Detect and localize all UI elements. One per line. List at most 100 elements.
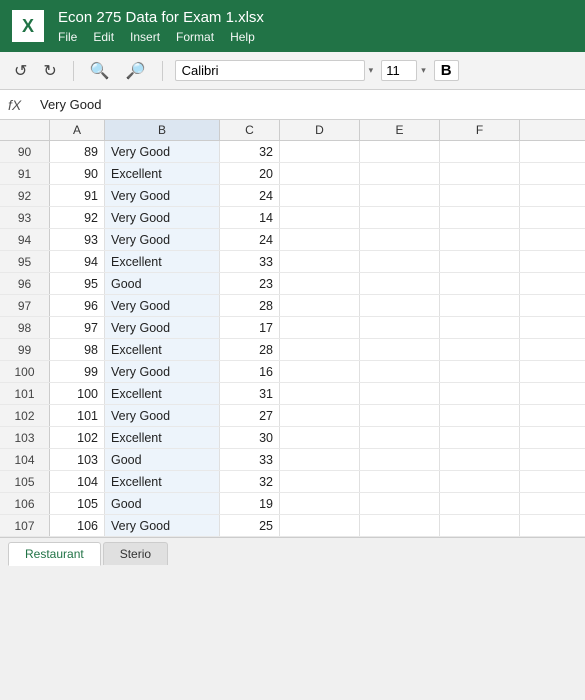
sheet-tab-sterio[interactable]: Sterio <box>103 542 168 565</box>
cell-b-10[interactable]: Very Good <box>105 361 220 382</box>
cell-e-0[interactable] <box>360 141 440 162</box>
cell-a-16[interactable]: 105 <box>50 493 105 514</box>
cell-f-8[interactable] <box>440 317 520 338</box>
cell-c-7[interactable]: 28 <box>220 295 280 316</box>
cell-c-13[interactable]: 30 <box>220 427 280 448</box>
cell-a-10[interactable]: 99 <box>50 361 105 382</box>
cell-c-10[interactable]: 16 <box>220 361 280 382</box>
cell-a-15[interactable]: 104 <box>50 471 105 492</box>
cell-d-17[interactable] <box>280 515 360 536</box>
cell-d-2[interactable] <box>280 185 360 206</box>
menu-item-edit[interactable]: Edit <box>93 30 114 44</box>
table-row[interactable]: 92 91 Very Good 24 <box>0 185 585 207</box>
cell-e-4[interactable] <box>360 229 440 250</box>
cell-f-2[interactable] <box>440 185 520 206</box>
table-row[interactable]: 90 89 Very Good 32 <box>0 141 585 163</box>
menu-item-file[interactable]: File <box>58 30 77 44</box>
cell-f-16[interactable] <box>440 493 520 514</box>
table-row[interactable]: 107 106 Very Good 25 <box>0 515 585 537</box>
cell-a-2[interactable]: 91 <box>50 185 105 206</box>
cell-a-9[interactable]: 98 <box>50 339 105 360</box>
cell-d-16[interactable] <box>280 493 360 514</box>
cell-a-13[interactable]: 102 <box>50 427 105 448</box>
col-header-a[interactable]: A <box>50 120 105 140</box>
cell-d-7[interactable] <box>280 295 360 316</box>
sheet-tab-restaurant[interactable]: Restaurant <box>8 542 101 566</box>
cell-e-12[interactable] <box>360 405 440 426</box>
cell-f-12[interactable] <box>440 405 520 426</box>
cell-e-1[interactable] <box>360 163 440 184</box>
cell-b-13[interactable]: Excellent <box>105 427 220 448</box>
cell-b-3[interactable]: Very Good <box>105 207 220 228</box>
menu-item-insert[interactable]: Insert <box>130 30 160 44</box>
cell-a-14[interactable]: 103 <box>50 449 105 470</box>
cell-a-5[interactable]: 94 <box>50 251 105 272</box>
cell-d-1[interactable] <box>280 163 360 184</box>
cell-a-8[interactable]: 97 <box>50 317 105 338</box>
cell-b-2[interactable]: Very Good <box>105 185 220 206</box>
cell-a-7[interactable]: 96 <box>50 295 105 316</box>
cell-e-9[interactable] <box>360 339 440 360</box>
table-row[interactable]: 106 105 Good 19 <box>0 493 585 515</box>
bold-button[interactable]: B <box>434 60 459 81</box>
cell-f-17[interactable] <box>440 515 520 536</box>
cell-f-5[interactable] <box>440 251 520 272</box>
undo-button[interactable]: ↺ <box>10 59 31 83</box>
cell-c-0[interactable]: 32 <box>220 141 280 162</box>
search-button[interactable]: 🔍 <box>86 59 114 83</box>
col-header-d[interactable]: D <box>280 120 360 140</box>
cell-d-3[interactable] <box>280 207 360 228</box>
table-row[interactable]: 95 94 Excellent 33 <box>0 251 585 273</box>
cell-d-4[interactable] <box>280 229 360 250</box>
cell-c-3[interactable]: 14 <box>220 207 280 228</box>
table-row[interactable]: 94 93 Very Good 24 <box>0 229 585 251</box>
cell-d-9[interactable] <box>280 339 360 360</box>
cell-f-6[interactable] <box>440 273 520 294</box>
cell-c-16[interactable]: 19 <box>220 493 280 514</box>
cell-b-11[interactable]: Excellent <box>105 383 220 404</box>
cell-d-10[interactable] <box>280 361 360 382</box>
cell-a-3[interactable]: 92 <box>50 207 105 228</box>
cell-d-0[interactable] <box>280 141 360 162</box>
cell-d-15[interactable] <box>280 471 360 492</box>
cell-b-6[interactable]: Good <box>105 273 220 294</box>
cell-f-4[interactable] <box>440 229 520 250</box>
table-row[interactable]: 96 95 Good 23 <box>0 273 585 295</box>
cell-d-6[interactable] <box>280 273 360 294</box>
cell-d-11[interactable] <box>280 383 360 404</box>
menu-bar[interactable]: FileEditInsertFormatHelp <box>58 30 264 44</box>
cell-c-17[interactable]: 25 <box>220 515 280 536</box>
cell-d-12[interactable] <box>280 405 360 426</box>
table-row[interactable]: 93 92 Very Good 14 <box>0 207 585 229</box>
cell-a-12[interactable]: 101 <box>50 405 105 426</box>
cell-b-4[interactable]: Very Good <box>105 229 220 250</box>
menu-item-format[interactable]: Format <box>176 30 214 44</box>
cell-a-0[interactable]: 89 <box>50 141 105 162</box>
size-dropdown-arrow[interactable]: ▾ <box>421 65 426 76</box>
cell-d-14[interactable] <box>280 449 360 470</box>
col-header-c[interactable]: C <box>220 120 280 140</box>
cell-e-11[interactable] <box>360 383 440 404</box>
cell-f-9[interactable] <box>440 339 520 360</box>
cell-c-8[interactable]: 17 <box>220 317 280 338</box>
cell-d-5[interactable] <box>280 251 360 272</box>
cell-a-6[interactable]: 95 <box>50 273 105 294</box>
cell-e-2[interactable] <box>360 185 440 206</box>
cell-f-13[interactable] <box>440 427 520 448</box>
cell-e-14[interactable] <box>360 449 440 470</box>
cell-b-7[interactable]: Very Good <box>105 295 220 316</box>
cell-a-11[interactable]: 100 <box>50 383 105 404</box>
cell-f-10[interactable] <box>440 361 520 382</box>
zoom-button[interactable]: 🔎 <box>122 59 150 83</box>
cell-a-1[interactable]: 90 <box>50 163 105 184</box>
font-dropdown-arrow[interactable]: ▾ <box>369 65 374 76</box>
table-row[interactable]: 105 104 Excellent 32 <box>0 471 585 493</box>
cell-b-16[interactable]: Good <box>105 493 220 514</box>
cell-b-1[interactable]: Excellent <box>105 163 220 184</box>
cell-c-2[interactable]: 24 <box>220 185 280 206</box>
cell-c-1[interactable]: 20 <box>220 163 280 184</box>
cell-b-14[interactable]: Good <box>105 449 220 470</box>
font-size-input[interactable] <box>381 60 417 81</box>
redo-button[interactable]: ↻ <box>39 59 60 83</box>
table-row[interactable]: 104 103 Good 33 <box>0 449 585 471</box>
